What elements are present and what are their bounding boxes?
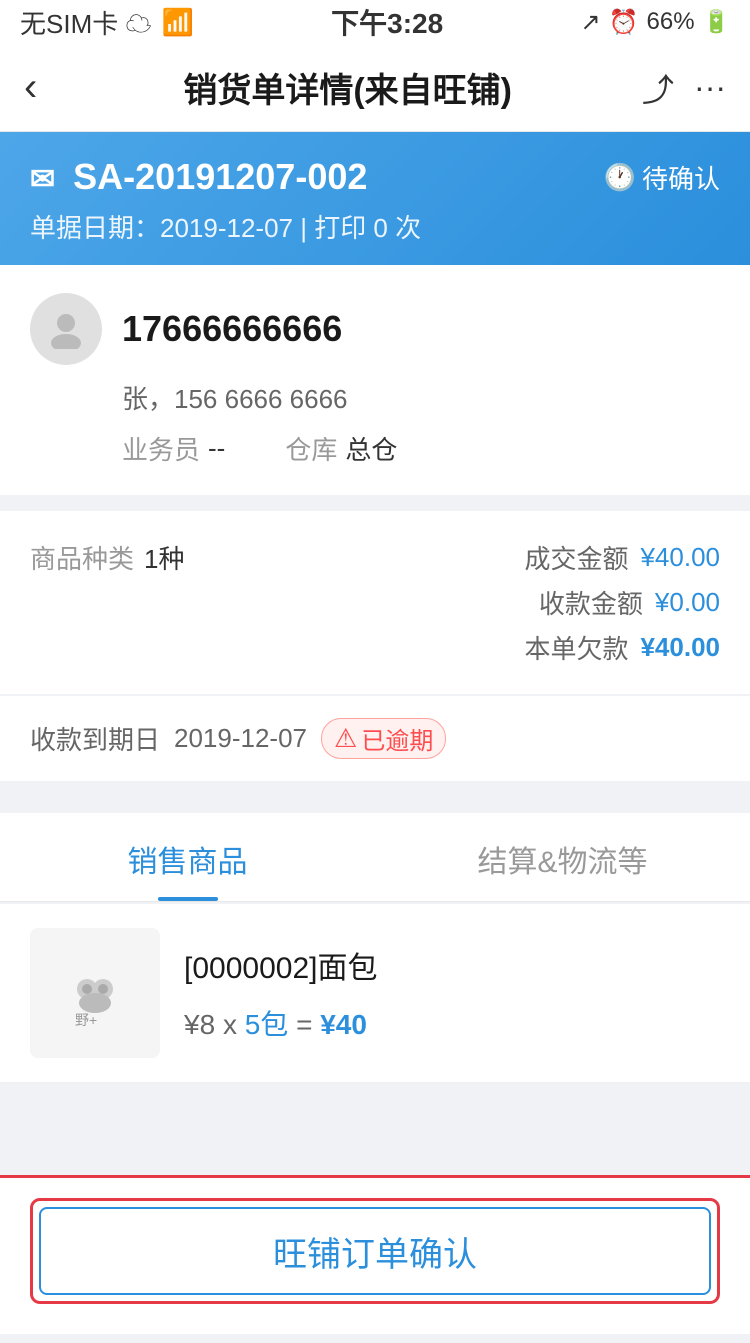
amount-row: 成交金额 ¥40.00 <box>524 539 720 576</box>
sales-rep: 业务员 -- <box>122 430 225 467</box>
svg-text:野+: 野+ <box>75 1012 97 1028</box>
summary-amounts: 成交金额 ¥40.00 收款金额 ¥0.00 本单欠款 ¥40.00 <box>524 539 720 666</box>
overdue-badge: ⚠ 已逾期 <box>321 718 446 759</box>
page-title: 销货单详情(来自旺铺) <box>53 63 642 112</box>
order-icon: ✉ <box>30 163 55 196</box>
tab-products[interactable]: 销售商品 <box>0 813 375 901</box>
alarm-icon: ⏰ <box>609 8 639 37</box>
no-sim-text: 无SIM卡 ☁ <box>20 4 151 41</box>
back-button[interactable]: ‹ <box>24 65 37 110</box>
product-name: [0000002]面包 <box>184 943 720 987</box>
warehouse: 仓库 总仓 <box>285 430 397 467</box>
order-status: 🕐 待确认 <box>604 159 720 196</box>
customer-info: 张，156 6666 6666 <box>30 379 720 416</box>
product-thumbnail: 野+ <box>30 928 160 1058</box>
customer-card: 17666666666 张，156 6666 6666 业务员 -- 仓库 总仓 <box>0 265 750 495</box>
customer-phone: 17666666666 <box>122 308 342 350</box>
due-date-value: 2019-12-07 <box>174 723 307 754</box>
order-id: ✉ SA-20191207-002 <box>30 156 367 198</box>
debt-row: 本单欠款 ¥40.00 <box>524 629 720 666</box>
status-bar: 无SIM卡 ☁ 📶 下午3:28 ↗ ⏰ 66% 🔋 <box>0 0 750 44</box>
clock-icon: 🕐 <box>604 162 636 193</box>
confirm-button-border: 旺铺订单确认 <box>30 1198 720 1304</box>
order-header: ✉ SA-20191207-002 🕐 待确认 单据日期：2019-12-07 … <box>0 132 750 265</box>
tab-settlement[interactable]: 结算&物流等 <box>375 813 750 901</box>
share-button[interactable]: ⤴ <box>642 65 674 111</box>
wifi-icon: 📶 <box>161 7 193 38</box>
customer-meta: 业务员 -- 仓库 总仓 <box>30 430 720 467</box>
battery-text: 66% <box>647 8 695 36</box>
order-date: 单据日期：2019-12-07 | 打印 0 次 <box>30 208 720 245</box>
customer-top: 17666666666 <box>30 293 720 365</box>
warning-icon: ⚠ <box>334 723 357 754</box>
nav-actions: ⤴ ··· <box>642 65 726 111</box>
list-item: 野+ [0000002]面包 ¥8 x 5包 = ¥40 <box>0 904 750 1083</box>
avatar <box>30 293 102 365</box>
more-button[interactable]: ··· <box>694 69 726 106</box>
due-date-card: 收款到期日 2019-12-07 ⚠ 已逾期 <box>0 696 750 781</box>
nav-bar: ‹ 销货单详情(来自旺铺) ⤴ ··· <box>0 44 750 132</box>
location-icon: ↗ <box>581 8 601 37</box>
status-left: 无SIM卡 ☁ 📶 <box>20 4 194 41</box>
order-header-row: ✉ SA-20191207-002 🕐 待确认 <box>30 156 720 198</box>
divider-2 <box>0 781 750 797</box>
divider-1 <box>0 495 750 511</box>
summary-row: 商品种类 1种 成交金额 ¥40.00 收款金额 ¥0.00 本单欠款 ¥40.… <box>30 539 720 666</box>
summary-card: 商品种类 1种 成交金额 ¥40.00 收款金额 ¥0.00 本单欠款 ¥40.… <box>0 511 750 694</box>
status-time: 下午3:28 <box>331 2 443 42</box>
status-right: ↗ ⏰ 66% 🔋 <box>581 8 730 37</box>
battery-icon: 🔋 <box>703 9 730 35</box>
confirm-button-wrap: 旺铺订单确认 <box>0 1175 750 1334</box>
confirm-order-button[interactable]: 旺铺订单确认 <box>39 1207 711 1295</box>
product-price: ¥8 x 5包 = ¥40 <box>184 1003 720 1043</box>
tabs: 销售商品 结算&物流等 <box>0 813 750 902</box>
received-row: 收款金额 ¥0.00 <box>539 584 720 621</box>
due-date-label: 收款到期日 <box>30 720 160 757</box>
product-type: 商品种类 1种 <box>30 539 184 576</box>
product-list: 野+ [0000002]面包 ¥8 x 5包 = ¥40 <box>0 904 750 1083</box>
product-info: [0000002]面包 ¥8 x 5包 = ¥40 <box>184 943 720 1043</box>
